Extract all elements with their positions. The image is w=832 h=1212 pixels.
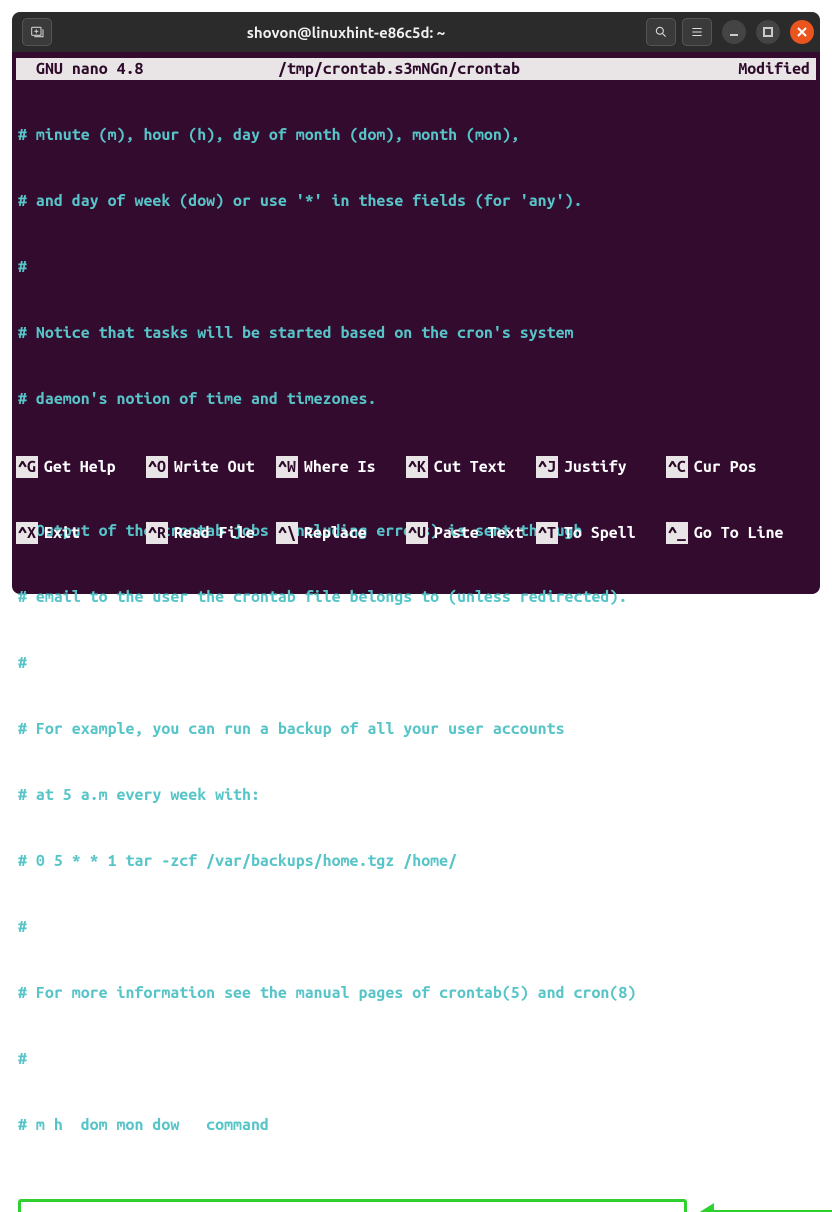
shortcut-label: Where Is — [298, 456, 376, 478]
nano-app-name: GNU nano 4.8 — [18, 58, 278, 80]
editor-line: # at 5 a.m every week with: — [18, 784, 814, 806]
cron-command-line: @weekly /usr/bin/duperemove -dr /data >>… — [18, 1199, 687, 1212]
editor-line: # — [18, 1048, 814, 1070]
editor-line: # 0 5 * * 1 tar -zcf /var/backups/home.t… — [18, 850, 814, 872]
shortcut-key: ^R — [146, 522, 168, 544]
editor-line: # For example, you can run a backup of a… — [18, 718, 814, 740]
editor-line: # — [18, 652, 814, 674]
footer-row: ^GGet Help ^OWrite Out ^WWhere Is ^KCut … — [16, 456, 816, 478]
shortcut-label: Exit — [38, 522, 80, 544]
shortcut-key: ^O — [146, 456, 168, 478]
nano-file-path: /tmp/crontab.s3mNGn/crontab — [278, 58, 738, 80]
shortcut-key: ^K — [406, 456, 428, 478]
window-title: shovon@linuxhint-e86c5d: ~ — [52, 24, 640, 41]
terminal[interactable]: GNU nano 4.8 /tmp/crontab.s3mNGn/crontab… — [12, 52, 820, 594]
shortcut-label: Read File — [168, 522, 255, 544]
editor-line: # Notice that tasks will be started base… — [18, 322, 814, 344]
editor-line: # email to the user the crontab file bel… — [18, 586, 814, 608]
shortcut-label: Get Help — [38, 456, 116, 478]
shortcut-label: Replace — [298, 522, 367, 544]
highlighted-command-row: @weekly /usr/bin/duperemove -dr /data >>… — [18, 1202, 814, 1212]
shortcut-key: ^_ — [666, 522, 688, 544]
search-button[interactable] — [646, 18, 676, 46]
editor-line: # m h dom mon dow command — [18, 1114, 814, 1136]
nano-status: Modified — [738, 58, 814, 80]
nano-footer: ^GGet Help ^OWrite Out ^WWhere Is ^KCut … — [16, 412, 816, 588]
shortcut-key: ^C — [666, 456, 688, 478]
editor-content[interactable]: # minute (m), hour (h), day of month (do… — [16, 80, 816, 1212]
shortcut-label: To Spell — [558, 522, 636, 544]
editor-line: # For more information see the manual pa… — [18, 982, 814, 1004]
shortcut-label: Go To Line — [688, 522, 784, 544]
nano-header: GNU nano 4.8 /tmp/crontab.s3mNGn/crontab… — [16, 58, 816, 80]
new-tab-button[interactable] — [22, 18, 52, 46]
shortcut-key: ^\ — [276, 522, 298, 544]
shortcut-key: ^W — [276, 456, 298, 478]
editor-line: # and day of week (dow) or use '*' in th… — [18, 190, 814, 212]
maximize-button[interactable] — [756, 20, 780, 44]
shortcut-key: ^T — [536, 522, 558, 544]
minimize-button[interactable] — [722, 20, 746, 44]
menu-button[interactable] — [682, 18, 712, 46]
editor-line: # — [18, 916, 814, 938]
shortcut-key: ^U — [406, 522, 428, 544]
close-button[interactable] — [790, 20, 814, 44]
annotation-arrow — [698, 1210, 832, 1212]
shortcut-label: Paste Text — [428, 522, 524, 544]
shortcut-label: Cur Pos — [688, 456, 757, 478]
editor-line: # minute (m), hour (h), day of month (do… — [18, 124, 814, 146]
editor-line: # — [18, 256, 814, 278]
shortcut-label: Write Out — [168, 456, 255, 478]
shortcut-label: Justify — [558, 456, 627, 478]
editor-line: # daemon's notion of time and timezones. — [18, 388, 814, 410]
shortcut-key: ^X — [16, 522, 38, 544]
window-titlebar: shovon@linuxhint-e86c5d: ~ — [12, 12, 820, 52]
shortcut-key: ^J — [536, 456, 558, 478]
shortcut-key: ^G — [16, 456, 38, 478]
footer-row: ^XExit ^RRead File ^\Replace ^UPaste Tex… — [16, 522, 816, 544]
shortcut-label: Cut Text — [428, 456, 506, 478]
